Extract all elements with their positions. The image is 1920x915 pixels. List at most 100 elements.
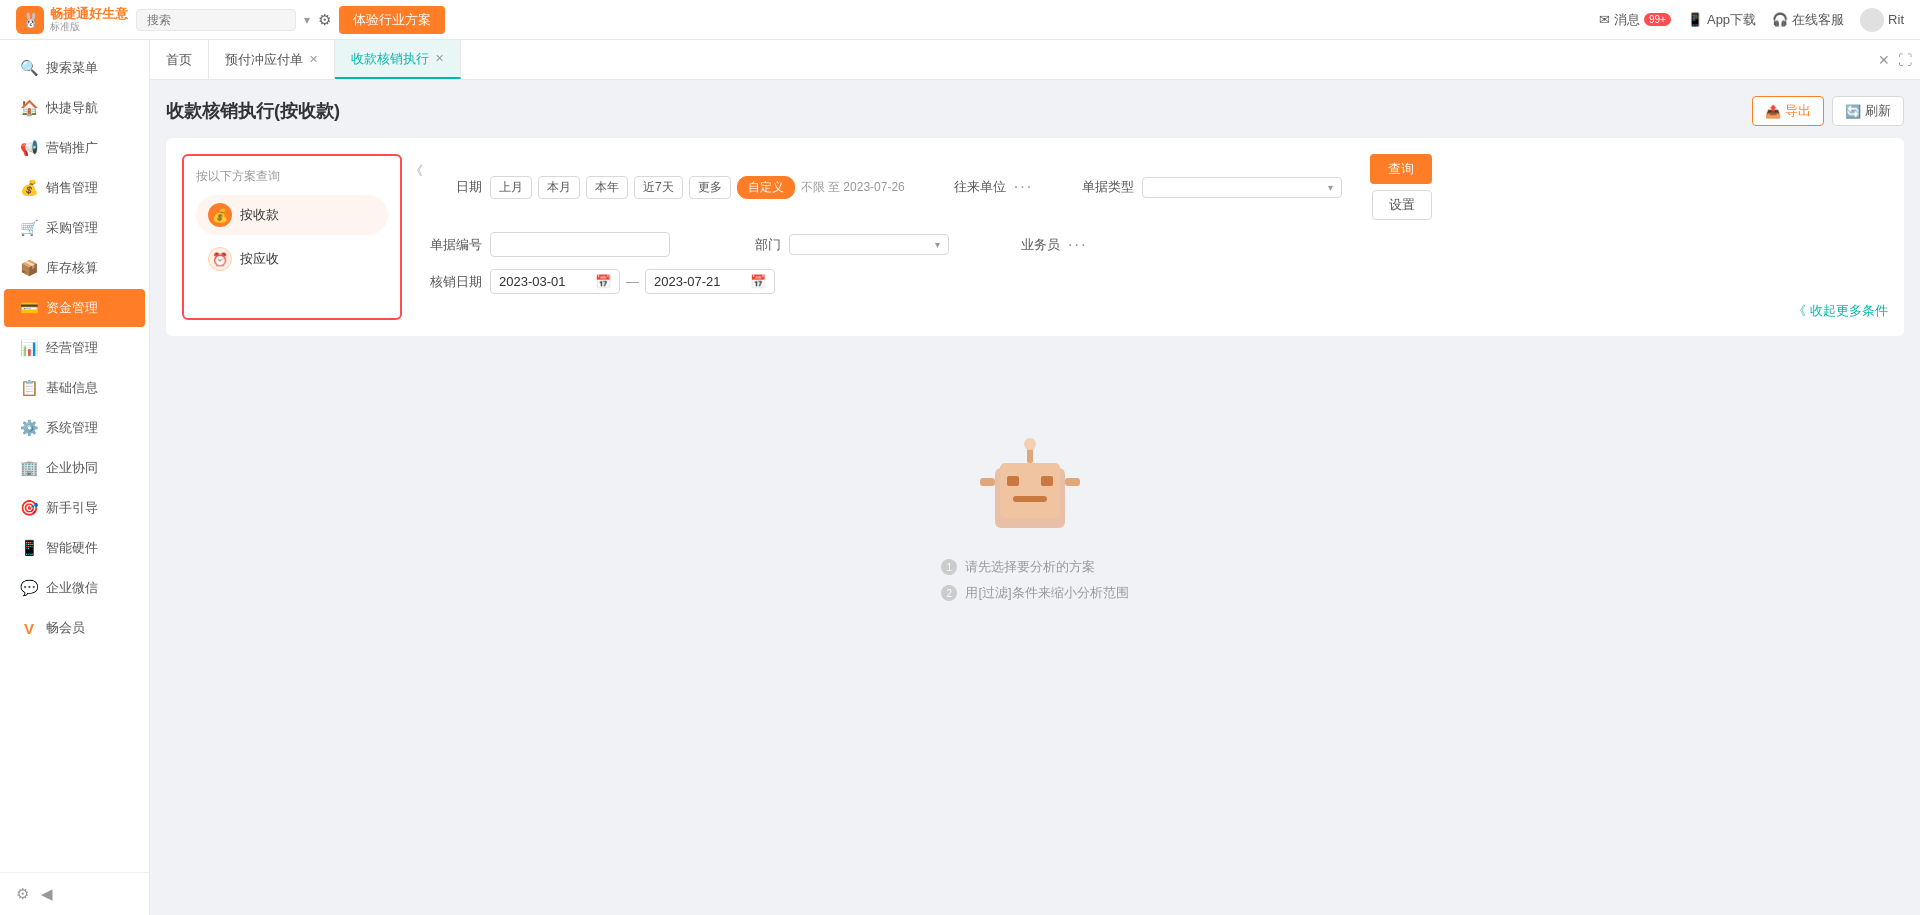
system-icon: ⚙️ [20, 419, 38, 437]
sidebar-item-purchase[interactable]: 🛒 采购管理 [4, 209, 145, 247]
filter-doc-type-item: 单据类型 ▾ [1079, 177, 1342, 198]
collapse-more: 《 收起更多条件 [427, 302, 1888, 320]
sidebar-item-label: 经营管理 [46, 339, 98, 357]
sidebar-item-basic-info[interactable]: 📋 基础信息 [4, 369, 145, 407]
sidebar-item-label: 畅会员 [46, 619, 85, 637]
date-btn-this-year[interactable]: 本年 [586, 176, 628, 199]
sidebar-item-label: 系统管理 [46, 419, 98, 437]
date-btn-more[interactable]: 更多 [689, 176, 731, 199]
sidebar-item-label: 企业微信 [46, 579, 98, 597]
calendar-end-icon: 📅 [750, 274, 766, 289]
service-icon: 🎧 [1772, 12, 1788, 27]
filter-option-receivable-label: 按应收 [240, 250, 279, 268]
mobile-icon: 📱 [1687, 12, 1703, 27]
filter-option-by-receipt[interactable]: 💰 按收款 [196, 195, 388, 235]
empty-step1-text: 请先选择要分析的方案 [965, 558, 1095, 576]
sidebar-bottom: ⚙ ◀ [0, 872, 149, 915]
receipt-tab-close-icon[interactable]: ✕ [435, 52, 444, 65]
collapse-left-panel-button[interactable]: 《 [406, 158, 427, 184]
filter-panel: 按以下方案查询 💰 按收款 ⏰ 按应收 《 [166, 138, 1904, 336]
date-btn-this-month[interactable]: 本月 [538, 176, 580, 199]
sidebar-item-finance[interactable]: 💳 资金管理 [4, 289, 145, 327]
settings-bottom-icon[interactable]: ⚙ [16, 885, 29, 903]
content-area: 首页 预付冲应付单 ✕ 收款核销执行 ✕ ✕ ⛶ 收款核销执行(按收款) [150, 40, 1920, 915]
operations-icon: 📊 [20, 339, 38, 357]
doc-type-select[interactable]: ▾ [1142, 177, 1342, 198]
tab-home[interactable]: 首页 [150, 40, 209, 79]
filter-row-2: 单据编号 部门 ▾ [427, 232, 1888, 257]
user-profile[interactable]: Rit [1860, 8, 1904, 32]
calendar-start-icon: 📅 [595, 274, 611, 289]
topbar-gear-icon[interactable]: ⚙ [318, 11, 331, 29]
writeoff-date-start-input[interactable]: 2023-03-01 📅 [490, 269, 620, 294]
filter-scheme-selector: 按以下方案查询 💰 按收款 ⏰ 按应收 [182, 154, 402, 320]
sidebar-item-guide[interactable]: 🎯 新手引导 [4, 489, 145, 527]
filter-docno-item: 单据编号 [427, 232, 670, 257]
sidebar-item-system[interactable]: ⚙️ 系统管理 [4, 409, 145, 447]
sidebar-item-label: 营销推广 [46, 139, 98, 157]
message-label: 消息 [1614, 11, 1640, 29]
sidebar-item-inventory[interactable]: 📦 库存核算 [4, 249, 145, 287]
sidebar-item-label: 企业协同 [46, 459, 98, 477]
tab-close-all-icon[interactable]: ✕ [1878, 52, 1890, 68]
empty-state: 1 请先选择要分析的方案 2 用[过滤]条件来缩小分析范围 [166, 348, 1904, 690]
collapse-sidebar-icon[interactable]: ◀ [41, 885, 53, 903]
sales-icon: 💰 [20, 179, 38, 197]
export-button[interactable]: 📤 导出 [1752, 96, 1824, 126]
receive-scheme-icon: 💰 [208, 203, 232, 227]
app-download-button[interactable]: 📱 App下载 [1687, 11, 1756, 29]
sidebar-item-enterprise[interactable]: 🏢 企业协同 [4, 449, 145, 487]
writeoff-date-label: 核销日期 [427, 273, 482, 291]
sidebar-item-member[interactable]: V 畅会员 [4, 609, 145, 647]
step-1-number: 1 [941, 559, 957, 575]
date-btn-custom[interactable]: 自定义 [737, 176, 795, 199]
date-btn-last-month[interactable]: 上月 [490, 176, 532, 199]
date-separator: — [626, 274, 639, 289]
online-service-button[interactable]: 🎧 在线客服 [1772, 11, 1844, 29]
industry-solution-button[interactable]: 体验行业方案 [339, 6, 445, 34]
docno-input[interactable] [490, 232, 670, 257]
filter-partner-item: 往来单位 ··· [951, 178, 1033, 196]
query-button[interactable]: 查询 [1370, 154, 1432, 184]
filter-row-1: 日期 上月 本月 本年 近7天 更多 自定义 不限 至 2023-07-26 [427, 154, 1888, 220]
message-button[interactable]: ✉ 消息 99+ [1599, 11, 1671, 29]
date-range-text: 不限 至 2023-07-26 [801, 179, 905, 196]
topbar-search-input[interactable] [136, 9, 296, 31]
tab-controls: ✕ ⛶ [1870, 52, 1920, 68]
staff-label: 业务员 [1005, 236, 1060, 254]
sidebar-item-marketing[interactable]: 📢 营销推广 [4, 129, 145, 167]
app-name: 畅捷通好生意 [50, 6, 128, 22]
collapse-more-button[interactable]: 《 收起更多条件 [1793, 302, 1888, 320]
app-download-label: App下载 [1707, 11, 1756, 29]
home-tab-label: 首页 [166, 51, 192, 69]
filter-dept-item: 部门 ▾ [726, 234, 949, 255]
dept-select[interactable]: ▾ [789, 234, 949, 255]
marketing-icon: 📢 [20, 139, 38, 157]
empty-step2-text: 用[过滤]条件来缩小分析范围 [965, 584, 1128, 602]
writeoff-date-end-input[interactable]: 2023-07-21 📅 [645, 269, 775, 294]
topbar-chevron-icon[interactable]: ▾ [304, 13, 310, 27]
empty-illustration [975, 428, 1095, 538]
sidebar-item-quick-nav[interactable]: 🏠 快捷导航 [4, 89, 145, 127]
staff-dots-icon: ··· [1068, 236, 1087, 254]
prepay-tab-close-icon[interactable]: ✕ [309, 53, 318, 66]
topbar-right: ✉ 消息 99+ 📱 App下载 🎧 在线客服 Rit [1599, 8, 1904, 32]
svg-point-6 [1024, 438, 1036, 450]
inventory-icon: 📦 [20, 259, 38, 277]
sidebar-item-wechat[interactable]: 💬 企业微信 [4, 569, 145, 607]
partner-label: 往来单位 [951, 178, 1006, 196]
sidebar-item-search-menu[interactable]: 🔍 搜索菜单 [4, 49, 145, 87]
collapse-more-label: 收起更多条件 [1810, 302, 1888, 320]
message-icon: ✉ [1599, 12, 1610, 27]
sidebar-item-operations[interactable]: 📊 经营管理 [4, 329, 145, 367]
filter-settings-button[interactable]: 设置 [1372, 190, 1432, 220]
refresh-button[interactable]: 🔄 刷新 [1832, 96, 1904, 126]
filter-option-by-receivable[interactable]: ⏰ 按应收 [196, 239, 388, 279]
tab-maximize-icon[interactable]: ⛶ [1898, 52, 1912, 68]
sidebar-item-sales[interactable]: 💰 销售管理 [4, 169, 145, 207]
guide-icon: 🎯 [20, 499, 38, 517]
tab-receipt-write-off[interactable]: 收款核销执行 ✕ [335, 40, 461, 79]
date-btn-7days[interactable]: 近7天 [634, 176, 683, 199]
sidebar-item-hardware[interactable]: 📱 智能硬件 [4, 529, 145, 567]
tab-prepay[interactable]: 预付冲应付单 ✕ [209, 40, 335, 79]
